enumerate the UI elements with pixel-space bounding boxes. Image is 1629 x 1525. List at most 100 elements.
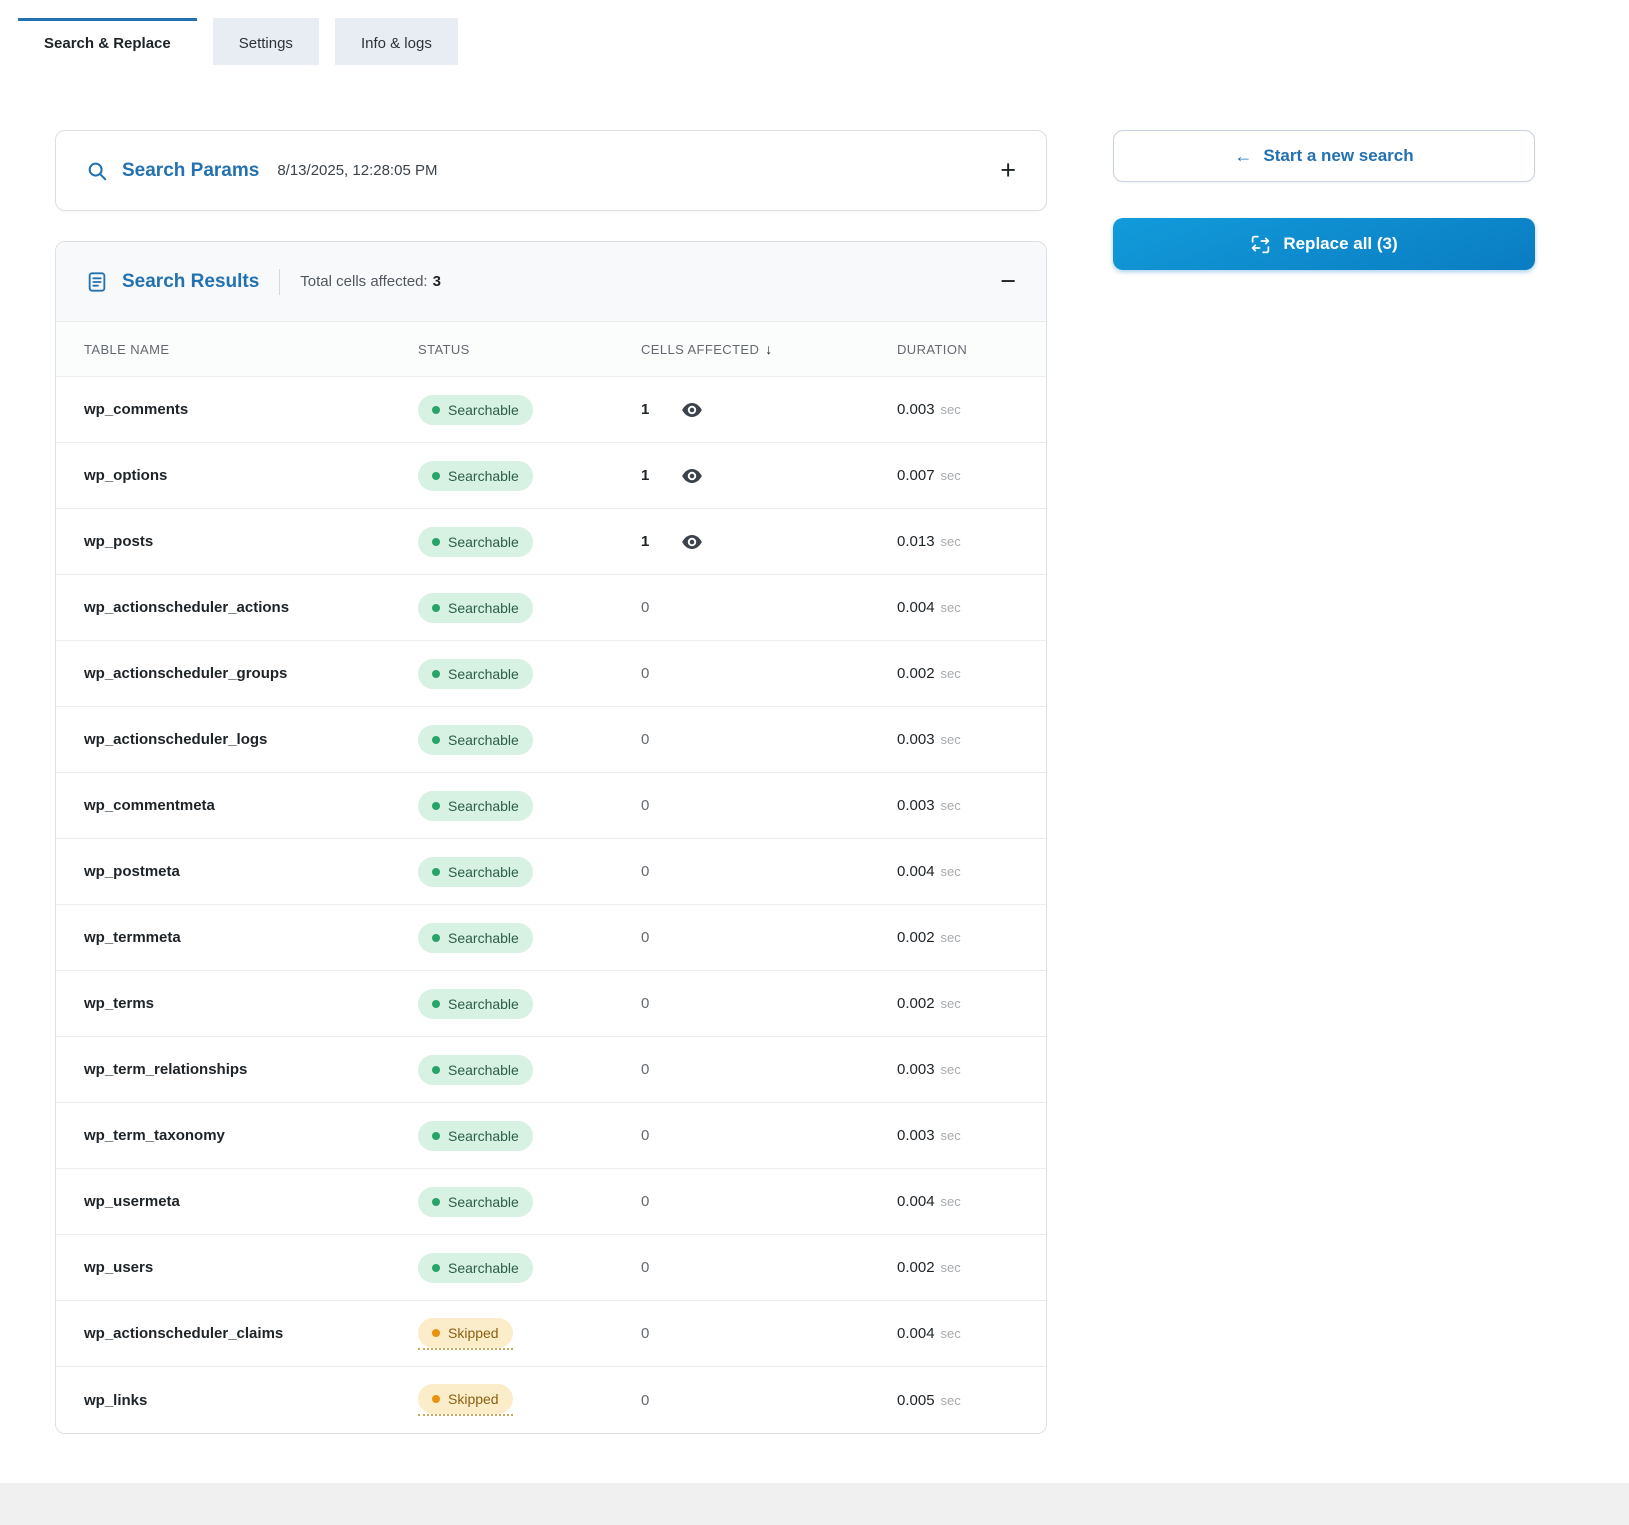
status-cell: Searchable (418, 725, 641, 755)
status-dot-icon (432, 736, 440, 744)
duration-value: 0.004 (897, 1193, 935, 1210)
table-name-cell: wp_termmeta (84, 929, 418, 946)
search-results-title: Search Results (122, 271, 259, 293)
table-row: wp_links Skipped 0 0.005 sec (56, 1367, 1046, 1433)
cells-affected-count: 0 (641, 599, 649, 616)
status-label: Searchable (448, 534, 519, 550)
status-badge: Searchable (418, 725, 533, 755)
status-badge: Searchable (418, 659, 533, 689)
status-cell: Searchable (418, 527, 641, 557)
search-icon (86, 160, 108, 182)
status-badge: Searchable (418, 989, 533, 1019)
table-row: wp_commentmeta Searchable 0 0.003 sec (56, 773, 1046, 839)
tab-search-replace[interactable]: Search & Replace (18, 18, 197, 65)
table-body: wp_comments Searchable 1 0.003 sec (56, 377, 1046, 1433)
duration-unit: sec (941, 468, 961, 483)
cells-affected-count: 0 (641, 731, 649, 748)
cells-affected-count: 1 (641, 467, 649, 484)
table-row: wp_options Searchable 1 0.007 sec (56, 443, 1046, 509)
left-column: Search Params 8/13/2025, 12:28:05 PM + S… (55, 130, 1047, 1434)
search-params-title: Search Params (122, 160, 259, 182)
status-cell: Searchable (418, 461, 641, 491)
status-label: Searchable (448, 1062, 519, 1078)
cells-affected-cell: 0 (641, 929, 897, 946)
status-badge: Searchable (418, 527, 533, 557)
table-name-cell: wp_comments (84, 401, 418, 418)
duration-unit: sec (941, 1393, 961, 1408)
search-results-header: Search Results Total cells affected:3 − (56, 242, 1046, 322)
table-row: wp_actionscheduler_actions Searchable 0 … (56, 575, 1046, 641)
table-name-cell: wp_term_taxonomy (84, 1127, 418, 1144)
status-cell: Searchable (418, 1187, 641, 1217)
expand-params-button[interactable]: + (1000, 157, 1016, 184)
cells-affected-count: 1 (641, 533, 649, 550)
table-name-cell: wp_commentmeta (84, 797, 418, 814)
cells-affected-cell: 1 (641, 401, 897, 418)
start-new-search-button[interactable]: ← Start a new search (1113, 130, 1535, 182)
replace-all-button[interactable]: Replace all (3) (1113, 218, 1535, 270)
duration-cell: 0.007 sec (897, 467, 1018, 484)
table-header-row: TABLE NAME STATUS CELLS AFFECTED ↓ DURAT… (56, 322, 1046, 377)
status-dot-icon (432, 406, 440, 414)
eye-icon[interactable] (682, 535, 702, 549)
status-dot-icon (432, 1264, 440, 1272)
duration-value: 0.002 (897, 929, 935, 946)
duration-unit: sec (941, 732, 961, 747)
cells-affected-count: 0 (641, 1392, 649, 1409)
duration-unit: sec (941, 1326, 961, 1341)
cells-affected-cell: 0 (641, 731, 897, 748)
duration-unit: sec (941, 1128, 961, 1143)
tab-info-logs[interactable]: Info & logs (335, 18, 458, 65)
column-header-cells-affected[interactable]: CELLS AFFECTED ↓ (641, 341, 897, 357)
duration-cell: 0.002 sec (897, 995, 1018, 1012)
table-name-cell: wp_actionscheduler_groups (84, 665, 418, 682)
duration-cell: 0.003 sec (897, 1061, 1018, 1078)
cells-affected-count: 0 (641, 1061, 649, 1078)
cells-affected-cell: 0 (641, 1392, 897, 1409)
table-row: wp_actionscheduler_groups Searchable 0 0… (56, 641, 1046, 707)
cells-affected-count: 0 (641, 1259, 649, 1276)
duration-cell: 0.002 sec (897, 665, 1018, 682)
status-dot-icon (432, 934, 440, 942)
duration-value: 0.007 (897, 467, 935, 484)
cells-affected-cell: 1 (641, 533, 897, 550)
tab-settings[interactable]: Settings (213, 18, 319, 65)
status-dot-icon (432, 604, 440, 612)
total-cells-affected: Total cells affected:3 (300, 273, 441, 290)
status-label: Skipped (448, 1325, 499, 1341)
duration-unit: sec (941, 996, 961, 1011)
status-dot-icon (432, 472, 440, 480)
plugin-admin-page: Search & Replace Settings Info & logs Se… (0, 0, 1629, 1483)
status-label: Searchable (448, 996, 519, 1012)
table-name-cell: wp_actionscheduler_actions (84, 599, 418, 616)
duration-cell: 0.004 sec (897, 599, 1018, 616)
duration-value: 0.004 (897, 1325, 935, 1342)
duration-cell: 0.003 sec (897, 401, 1018, 418)
duration-value: 0.002 (897, 995, 935, 1012)
table-row: wp_actionscheduler_claims Skipped 0 0.00… (56, 1301, 1046, 1367)
duration-unit: sec (941, 1260, 961, 1275)
status-label: Searchable (448, 1260, 519, 1276)
status-dot-icon (432, 1329, 440, 1337)
duration-cell: 0.004 sec (897, 1325, 1018, 1342)
table-name-cell: wp_usermeta (84, 1193, 418, 1210)
table-row: wp_term_relationships Searchable 0 0.003… (56, 1037, 1046, 1103)
duration-cell: 0.004 sec (897, 863, 1018, 880)
cells-affected-count: 0 (641, 1127, 649, 1144)
status-badge: Searchable (418, 593, 533, 623)
status-dot-icon (432, 1132, 440, 1140)
table-row: wp_comments Searchable 1 0.003 sec (56, 377, 1046, 443)
eye-icon[interactable] (682, 403, 702, 417)
status-cell: Skipped (418, 1318, 641, 1350)
table-row: wp_actionscheduler_logs Searchable 0 0.0… (56, 707, 1046, 773)
status-dot-icon (432, 1000, 440, 1008)
status-label: Searchable (448, 798, 519, 814)
cells-affected-cell: 0 (641, 1193, 897, 1210)
status-badge: Searchable (418, 857, 533, 887)
duration-unit: sec (941, 666, 961, 681)
status-badge: Searchable (418, 395, 533, 425)
total-cells-value: 3 (433, 273, 441, 290)
collapse-results-button[interactable]: − (1000, 268, 1016, 295)
status-label: Searchable (448, 666, 519, 682)
eye-icon[interactable] (682, 469, 702, 483)
